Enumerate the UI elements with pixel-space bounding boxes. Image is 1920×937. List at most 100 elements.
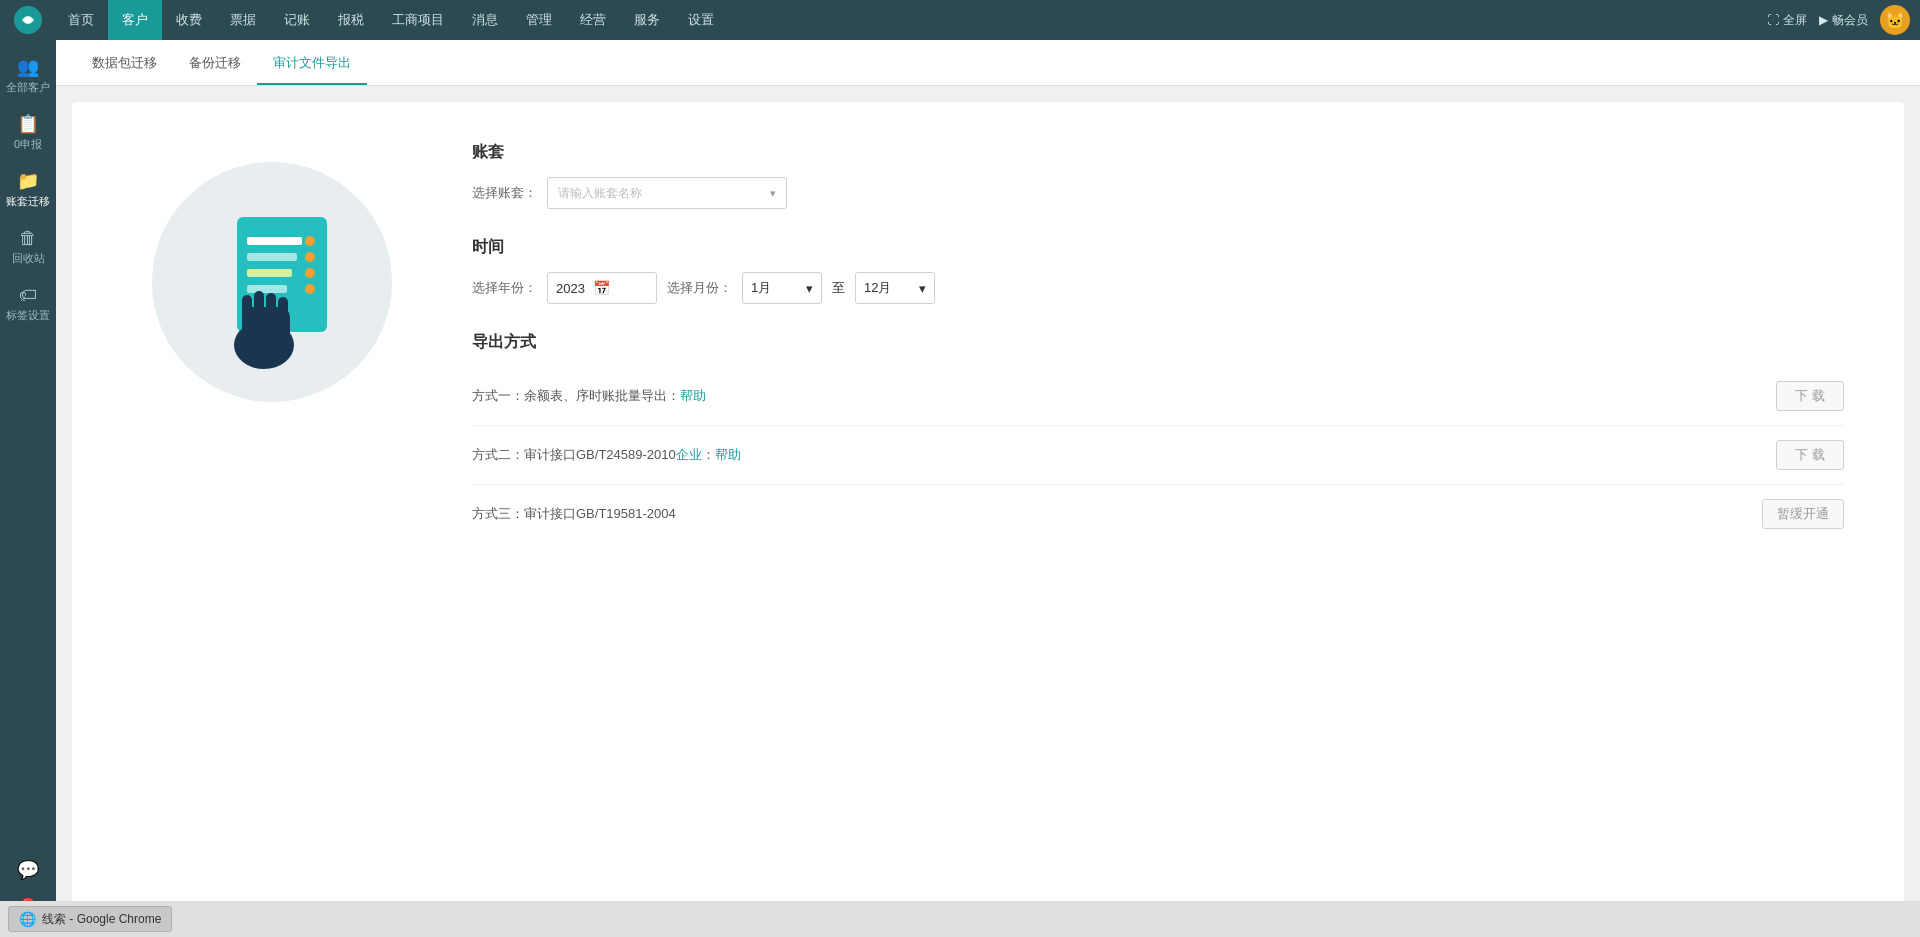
method2-help-link[interactable]: 帮助 (715, 447, 741, 462)
chat-icon: 💬 (17, 861, 39, 879)
nav-tax[interactable]: 报税 (324, 0, 378, 40)
account-title: 账套 (472, 142, 1844, 163)
calendar-icon: 📅 (593, 280, 610, 296)
account-select-placeholder: 请输入账套名称 (558, 185, 642, 202)
recycle-icon: 🗑 (19, 229, 37, 247)
main-content: 数据包迁移 备份迁移 审计文件导出 (56, 40, 1920, 937)
time-separator: 至 (832, 279, 845, 297)
app-logo[interactable] (10, 2, 46, 38)
export-method-1: 方式一：余额表、序时账批量导出：帮助 下 载 (472, 367, 1844, 426)
tabs-bar: 数据包迁移 备份迁移 审计文件导出 (56, 40, 1920, 86)
export-method-2: 方式二：审计接口GB/T24589-2010企业：帮助 下 载 (472, 426, 1844, 485)
zero-report-icon: 📋 (17, 115, 39, 133)
nav-home[interactable]: 首页 (54, 0, 108, 40)
svg-point-8 (305, 252, 315, 262)
svg-rect-14 (254, 291, 264, 319)
fullscreen-button[interactable]: ⛶ 全屏 (1767, 12, 1807, 29)
nav-settings[interactable]: 设置 (674, 0, 728, 40)
nav-fee[interactable]: 收费 (162, 0, 216, 40)
export-method-1-text: 方式一：余额表、序时账批量导出：帮助 (472, 387, 706, 405)
export-method-3: 方式三：审计接口GB/T19581-2004 暂缓开通 (472, 485, 1844, 543)
nav-business[interactable]: 工商项目 (378, 0, 458, 40)
sidebar-item-label-settings[interactable]: 🏷 标签设置 (0, 276, 56, 333)
tab-audit-export[interactable]: 审计文件导出 (257, 41, 367, 85)
nav-operation[interactable]: 经营 (566, 0, 620, 40)
taskbar-chrome-button[interactable]: 🌐 线索 - Google Chrome (8, 906, 172, 932)
taskbar: 🌐 线索 - Google Chrome (0, 901, 1920, 937)
sidebar-item-account-migration[interactable]: 📁 账套迁移 (0, 162, 56, 219)
year-label: 选择年份： (472, 279, 537, 297)
year-value: 2023 (556, 281, 585, 296)
account-select-row: 选择账套： 请输入账套名称 ▾ (472, 177, 1844, 209)
svg-rect-13 (242, 295, 252, 321)
customers-icon: 👥 (17, 58, 39, 76)
svg-rect-3 (247, 237, 302, 245)
svg-rect-4 (247, 253, 297, 261)
export-section: 导出方式 方式一：余额表、序时账批量导出：帮助 下 载 方式二：审计接口GB/T… (472, 332, 1844, 543)
content-area: 账套 选择账套： 请输入账套名称 ▾ 时间 选择年份： 2023 📅 (72, 102, 1904, 921)
account-select-label: 选择账套： (472, 184, 537, 202)
month-start-value: 1月 (751, 279, 771, 297)
account-select-arrow-icon: ▾ (770, 187, 776, 200)
method2-download-button[interactable]: 下 载 (1776, 440, 1844, 470)
sidebar-item-recycle[interactable]: 🗑 回收站 (0, 219, 56, 276)
month-end-select[interactable]: 12月 ▾ (855, 272, 935, 304)
nav-ticket[interactable]: 票据 (216, 0, 270, 40)
month-start-select[interactable]: 1月 ▾ (742, 272, 822, 304)
svg-point-1 (25, 17, 31, 23)
time-section: 时间 选择年份： 2023 📅 选择月份： 1月 ▾ 至 12月 (472, 237, 1844, 304)
svg-rect-15 (266, 293, 276, 319)
svg-point-9 (305, 268, 315, 278)
svg-point-7 (305, 236, 315, 246)
tab-data-migration[interactable]: 数据包迁移 (76, 41, 173, 85)
svg-point-10 (305, 284, 315, 294)
method2-suffix: ： (702, 447, 715, 462)
time-row: 选择年份： 2023 📅 选择月份： 1月 ▾ 至 12月 ▾ (472, 272, 1844, 304)
svg-rect-6 (247, 285, 287, 293)
time-title: 时间 (472, 237, 1844, 258)
avatar-icon: 🐱 (1885, 11, 1905, 30)
method1-prefix: 方式一：余额表、序时账批量导出： (472, 388, 680, 403)
migration-icon: 📁 (17, 172, 39, 190)
member-icon: ▶ (1819, 13, 1828, 27)
account-section: 账套 选择账套： 请输入账套名称 ▾ (472, 142, 1844, 209)
taskbar-chrome-label: 线索 - Google Chrome (42, 911, 161, 928)
nav-bookkeeping[interactable]: 记账 (270, 0, 324, 40)
sidebar: 👥 全部客户 📋 0申报 📁 账套迁移 🗑 回收站 🏷 标签设置 💬 ❓ (0, 40, 56, 937)
svg-rect-16 (278, 297, 288, 319)
export-method-2-text: 方式二：审计接口GB/T24589-2010企业：帮助 (472, 446, 741, 464)
nav-customer[interactable]: 客户 (108, 0, 162, 40)
sidebar-item-zero-report[interactable]: 📋 0申报 (0, 105, 56, 162)
account-select-input[interactable]: 请输入账套名称 ▾ (547, 177, 787, 209)
nav-message[interactable]: 消息 (458, 0, 512, 40)
avatar[interactable]: 🐱 (1880, 5, 1910, 35)
sidebar-item-chat[interactable]: 💬 (0, 851, 56, 889)
method2-company-link[interactable]: 企业 (676, 447, 702, 462)
method1-help-link[interactable]: 帮助 (680, 388, 706, 403)
illustration-circle (152, 162, 392, 402)
member-button[interactable]: ▶ 畅会员 (1819, 12, 1868, 29)
illustration-panel (132, 142, 412, 881)
method3-vip-button[interactable]: 暂缓开通 (1762, 499, 1844, 529)
label-icon: 🏷 (19, 286, 37, 304)
top-nav-right: ⛶ 全屏 ▶ 畅会员 🐱 (1767, 5, 1910, 35)
svg-rect-5 (247, 269, 292, 277)
month-end-arrow-icon: ▾ (919, 281, 926, 296)
top-nav-items: 首页 客户 收费 票据 记账 报税 工商项目 消息 管理 经营 服务 设置 (54, 0, 1767, 40)
tab-backup-migration[interactable]: 备份迁移 (173, 41, 257, 85)
chrome-icon: 🌐 (19, 911, 36, 927)
export-method-3-text: 方式三：审计接口GB/T19581-2004 (472, 505, 676, 523)
sidebar-item-all-customers[interactable]: 👥 全部客户 (0, 48, 56, 105)
month-end-value: 12月 (864, 279, 891, 297)
nav-service[interactable]: 服务 (620, 0, 674, 40)
method1-download-button[interactable]: 下 载 (1776, 381, 1844, 411)
export-title: 导出方式 (472, 332, 1844, 353)
method3-prefix: 方式三：审计接口GB/T19581-2004 (472, 506, 676, 521)
top-navigation: 首页 客户 收费 票据 记账 报税 工商项目 消息 管理 经营 服务 设置 ⛶ … (0, 0, 1920, 40)
illustration-svg (192, 187, 352, 377)
form-area: 账套 选择账套： 请输入账套名称 ▾ 时间 选择年份： 2023 📅 (472, 142, 1844, 881)
month-start-label: 选择月份： (667, 279, 732, 297)
method2-prefix: 方式二：审计接口GB/T24589-2010 (472, 447, 676, 462)
nav-manage[interactable]: 管理 (512, 0, 566, 40)
year-input[interactable]: 2023 📅 (547, 272, 657, 304)
